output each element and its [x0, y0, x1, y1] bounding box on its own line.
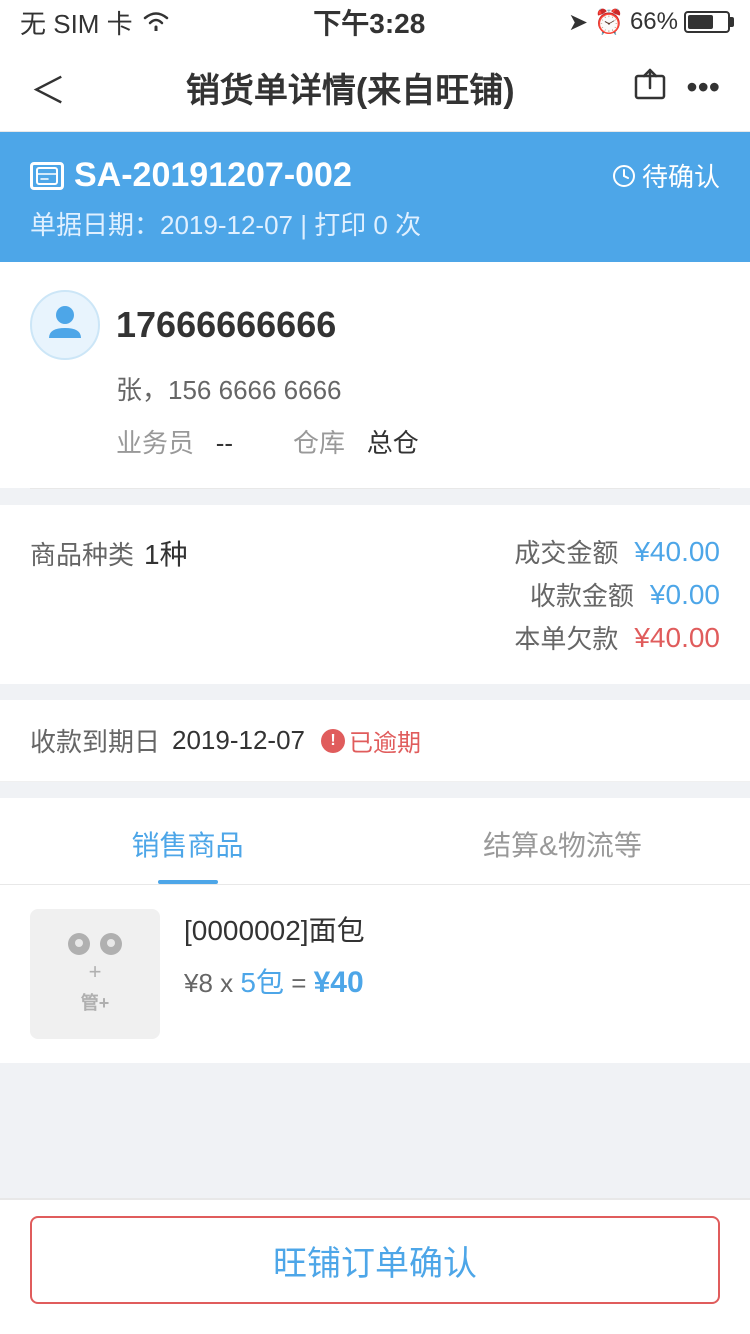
battery-fill [688, 15, 713, 29]
transaction-label: 成交金额 [514, 533, 618, 570]
product-price-unit: ¥8 [184, 968, 213, 998]
payment-value: ¥0.00 [650, 579, 720, 611]
due-date: 2019-12-07 [172, 725, 305, 756]
nav-bar: ＜ 销货单详情(来自旺铺) ••• [0, 44, 750, 132]
product-logo: + 管+ [68, 933, 122, 1015]
order-header: SA-20191207-002 待确认 单据日期：2019-12-07 | 打印… [0, 132, 750, 262]
logo-eyes [68, 933, 122, 955]
battery-icon [684, 11, 730, 33]
customer-name: 张，156 6666 6666 [116, 370, 720, 407]
summary-right: 成交金额 ¥40.00 收款金额 ¥0.00 本单欠款 ¥40.00 [514, 533, 720, 656]
product-type-label: 商品种类 [30, 535, 134, 572]
status-bar: 无 SIM 卡 下午3:28 ➤ ⏰ 66% [0, 0, 750, 44]
product-price: ¥8 x 5包 = ¥40 [184, 961, 720, 1001]
avatar [30, 290, 100, 360]
payment-label: 收款金额 [530, 576, 634, 613]
order-id-text: SA-20191207-002 [74, 156, 352, 195]
summary-grid: 商品种类 1种 成交金额 ¥40.00 收款金额 ¥0.00 本单欠款 ¥40.… [30, 533, 720, 656]
tab-settlement[interactable]: 结算&物流等 [375, 798, 750, 884]
tab-settlement-label: 结算&物流等 [483, 830, 642, 861]
customer-meta: 业务员 -- 仓库 总仓 [116, 423, 720, 460]
overdue-badge: ! 已逾期 [321, 723, 421, 758]
product-item: + 管+ [0000002]面包 ¥8 x 5包 = ¥40 [30, 909, 720, 1039]
status-time: 下午3:28 [313, 2, 425, 42]
order-status: 待确认 [612, 157, 720, 194]
back-button[interactable]: ＜ [30, 62, 66, 114]
wifi-icon [141, 7, 171, 38]
summary-section: 商品种类 1种 成交金额 ¥40.00 收款金额 ¥0.00 本单欠款 ¥40.… [0, 505, 750, 684]
product-equals: = [291, 968, 313, 998]
alarm-icon: ⏰ [594, 8, 624, 37]
due-section: 收款到期日 2019-12-07 ! 已逾期 [0, 700, 750, 782]
bottom-bar: 旺铺订单确认 [0, 1198, 750, 1334]
tab-sales-product-label: 销售商品 [131, 830, 243, 861]
overdue-icon: ! [321, 729, 345, 753]
product-total: ¥40 [314, 966, 364, 999]
product-section: + 管+ [0000002]面包 ¥8 x 5包 = ¥40 [0, 885, 750, 1063]
tab-sales-product[interactable]: 销售商品 [0, 798, 375, 884]
avatar-icon [45, 300, 85, 350]
location-icon: ➤ [568, 8, 588, 37]
order-id-row: SA-20191207-002 待确认 [30, 156, 720, 195]
logo-text: 管+ [81, 989, 110, 1015]
salesperson-label: 业务员 [116, 428, 194, 458]
product-info: [0000002]面包 ¥8 x 5包 = ¥40 [184, 909, 720, 1001]
payment-row: 收款金额 ¥0.00 [530, 576, 720, 613]
summary-left: 商品种类 1种 [30, 533, 188, 573]
balance-value: ¥40.00 [634, 622, 720, 654]
order-status-text: 待确认 [642, 157, 720, 194]
customer-phone: 17666666666 [116, 304, 336, 346]
status-bar-left: 无 SIM 卡 [20, 4, 171, 41]
customer-row: 17666666666 [30, 290, 720, 360]
warehouse-label: 仓库 [293, 428, 345, 458]
product-thumbnail: + 管+ [30, 909, 160, 1039]
product-type-value: 1种 [144, 533, 188, 573]
logo-eye-right [100, 933, 122, 955]
tabs-container: 销售商品 结算&物流等 [0, 798, 750, 885]
customer-section: 17666666666 张，156 6666 6666 业务员 -- 仓库 总仓 [0, 262, 750, 488]
order-icon [30, 162, 64, 190]
divider-1 [30, 488, 720, 489]
balance-row: 本单欠款 ¥40.00 [514, 619, 720, 656]
confirm-button[interactable]: 旺铺订单确认 [30, 1216, 720, 1304]
nav-title: 销货单详情(来自旺铺) [186, 63, 515, 112]
more-icon[interactable]: ••• [686, 69, 720, 106]
transaction-value: ¥40.00 [634, 536, 720, 568]
battery-text: 66% [630, 8, 678, 36]
product-name: [0000002]面包 [184, 909, 720, 949]
order-id: SA-20191207-002 [30, 156, 352, 195]
carrier-text: 无 SIM 卡 [20, 4, 133, 41]
due-label: 收款到期日 [30, 722, 160, 759]
salesperson-value: -- [216, 428, 233, 458]
order-date: 单据日期：2019-12-07 | 打印 0 次 [30, 205, 720, 242]
logo-eye-left [68, 933, 90, 955]
nav-actions: ••• [634, 68, 720, 108]
product-quantity: 5包 [240, 967, 284, 998]
status-bar-right: ➤ ⏰ 66% [568, 8, 730, 37]
warehouse-value: 总仓 [367, 428, 419, 458]
overdue-text: 已逾期 [349, 723, 421, 758]
share-icon[interactable] [634, 68, 666, 108]
logo-plus: + [89, 959, 102, 985]
product-multiply: x [220, 968, 240, 998]
transaction-row: 成交金额 ¥40.00 [514, 533, 720, 570]
balance-label: 本单欠款 [514, 619, 618, 656]
